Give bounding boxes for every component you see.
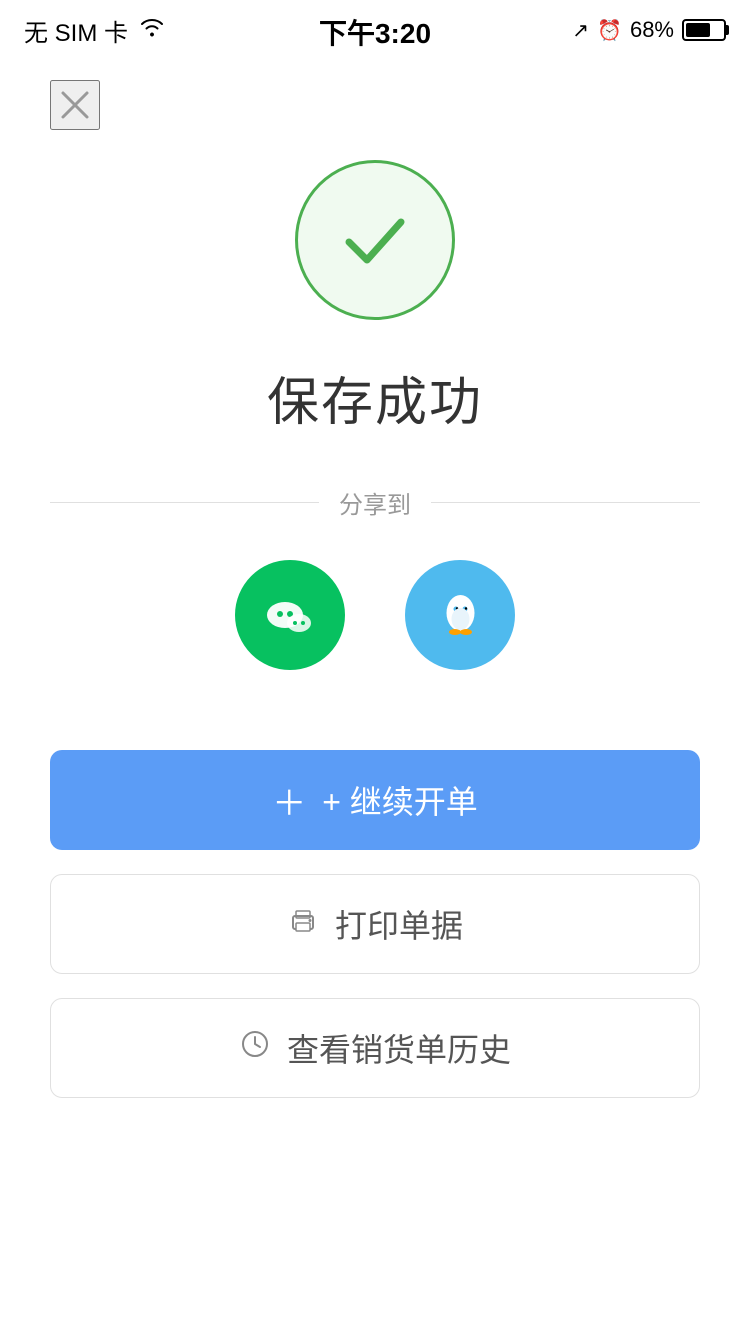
history-icon	[239, 1028, 271, 1068]
qq-share-button[interactable]	[405, 560, 515, 670]
success-title: 保存成功	[267, 360, 483, 435]
battery-icon	[682, 19, 726, 41]
status-right: ↗ ⏰ 68%	[572, 17, 726, 43]
history-button[interactable]: 查看销货单历史	[50, 998, 700, 1098]
share-icons-row	[50, 560, 700, 670]
close-button[interactable]	[50, 80, 100, 130]
print-button-label: 打印单据	[335, 901, 463, 947]
divider-left	[50, 502, 319, 503]
print-button[interactable]: 打印单据	[50, 874, 700, 974]
status-left: 无 SIM 卡	[24, 13, 166, 48]
location-icon: ↗	[572, 18, 589, 43]
share-label: 分享到	[339, 485, 411, 520]
action-buttons: ＋ + 继续开单 打印单据 查看销货单历	[50, 750, 700, 1098]
qq-icon	[428, 583, 493, 648]
continue-button-label: + 继续开单	[322, 777, 478, 823]
main-content: 保存成功 分享到	[0, 60, 750, 1148]
continue-button[interactable]: ＋ + 继续开单	[50, 750, 700, 850]
printer-icon	[287, 904, 319, 944]
battery-percent-label: 68%	[630, 17, 674, 43]
history-button-label: 查看销货单历史	[287, 1025, 511, 1071]
success-icon-wrapper	[295, 160, 455, 320]
status-time: 下午3:20	[319, 12, 431, 52]
alarm-icon: ⏰	[597, 18, 622, 43]
status-bar: 无 SIM 卡 下午3:20 ↗ ⏰ 68%	[0, 0, 750, 60]
share-section: 分享到	[50, 485, 700, 670]
divider-row: 分享到	[50, 485, 700, 520]
no-sim-label: 无 SIM 卡	[24, 13, 128, 48]
divider-right	[431, 502, 700, 503]
wechat-share-button[interactable]	[235, 560, 345, 670]
wechat-icon	[258, 583, 323, 648]
plus-icon: ＋	[272, 776, 306, 825]
wifi-icon	[138, 16, 166, 44]
checkmark-icon	[335, 200, 415, 280]
